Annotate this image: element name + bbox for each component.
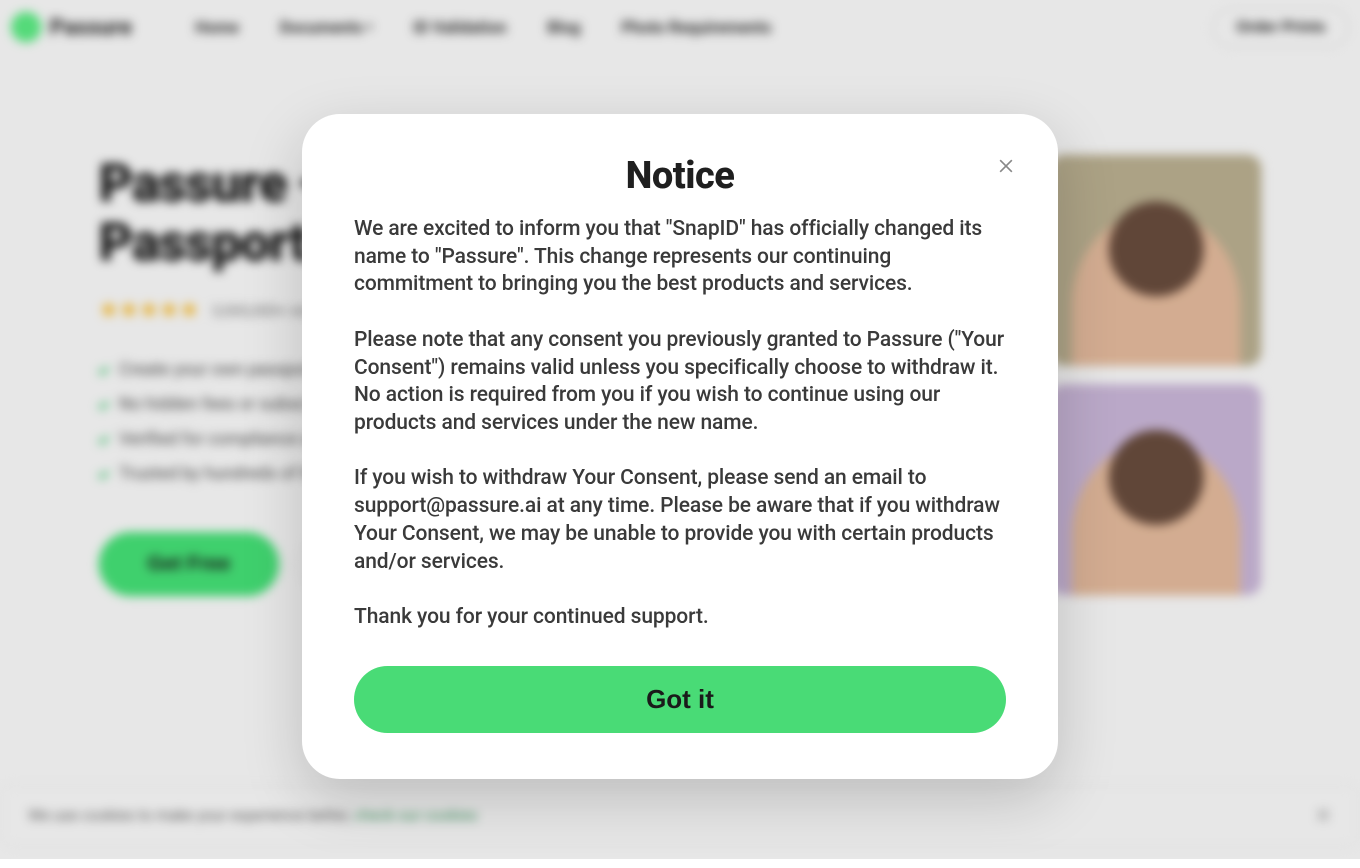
close-icon [996,156,1016,176]
modal-body: We are excited to inform you that "SnapI… [354,216,1006,632]
got-it-button[interactable]: Got it [354,666,1006,733]
notice-modal: Notice We are excited to inform you that… [302,114,1058,779]
modal-title: Notice [354,154,1006,198]
close-button[interactable] [988,148,1024,184]
